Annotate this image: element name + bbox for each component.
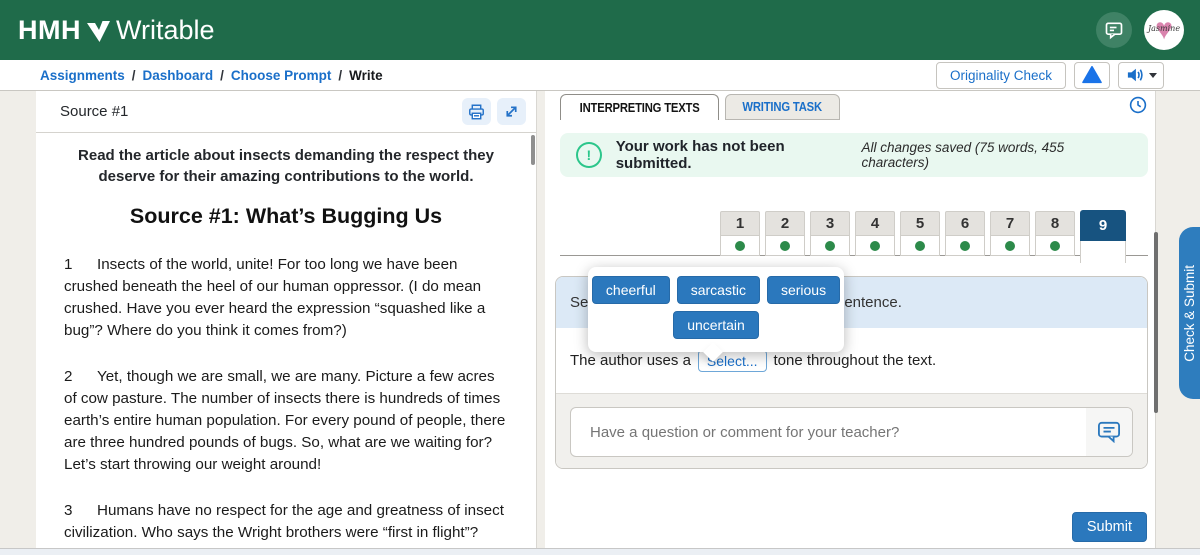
text-to-speech-button[interactable] <box>1118 61 1164 89</box>
autosave-note: All changes saved (75 words, 455 charact… <box>861 140 1065 170</box>
complete-dot <box>735 240 745 251</box>
teacher-comment-section <box>556 393 1147 468</box>
avatar[interactable]: ♥ Jasmine <box>1144 10 1184 50</box>
question-tab-5[interactable]: 5 <box>900 211 940 256</box>
question-tab-8[interactable]: 8 <box>1035 211 1075 256</box>
breadcrumb-separator: / <box>338 67 343 83</box>
main-content: Source #1 Read the article about insects… <box>0 91 1200 555</box>
printer-icon <box>468 104 485 120</box>
source-tools <box>462 98 526 125</box>
complete-dot <box>1005 240 1015 251</box>
tab-interpreting-texts[interactable]: INTERPRETING TEXTS <box>560 94 720 120</box>
status-banner: ! Your work has not been submitted. All … <box>560 133 1148 177</box>
source-panel: Source #1 Read the article about insects… <box>36 91 537 548</box>
source-paragraph: 1 Insects of the world, unite! For too lo… <box>64 254 508 342</box>
speaker-icon <box>1126 67 1144 83</box>
complete-dot <box>825 240 835 251</box>
brand-writable-text: Writable <box>116 14 215 45</box>
sentence-before: The author uses a <box>570 352 691 369</box>
teacher-comment-input[interactable] <box>571 408 1086 456</box>
paragraph-text: Insects of the world, unite! For too lon… <box>64 256 486 339</box>
paragraph-text: Humans have no respect for the age and g… <box>64 502 504 548</box>
source-body: Read the article about insects demanding… <box>36 133 536 548</box>
question-tab-6[interactable]: 6 <box>945 211 985 256</box>
chevron-down-icon <box>1148 72 1157 78</box>
work-panel: INTERPRETING TEXTS WRITING TASK ! Your w… <box>545 91 1156 548</box>
tone-option-sarcastic[interactable]: sarcastic <box>676 276 760 304</box>
help-chat-button[interactable] <box>1096 12 1132 48</box>
paragraph-number: 1 <box>64 256 73 273</box>
breadcrumb-current-write: Write <box>349 67 383 83</box>
source-scrollbar[interactable] <box>531 135 535 165</box>
sentence-after: tone throughout the text. <box>773 352 937 369</box>
brand-logo: HMH Writable <box>18 15 215 46</box>
status-message: Your work has not been submitted. <box>615 138 785 172</box>
app-header: HMH Writable ♥ Jasmine <box>0 0 1200 60</box>
google-drive-icon <box>1082 66 1102 84</box>
send-comment-button[interactable] <box>1086 408 1132 456</box>
check-submit-tab[interactable]: Check & Submit <box>1179 227 1200 399</box>
check-submit-label: Check & Submit <box>1182 264 1197 362</box>
hmh-checkmark-icon <box>87 20 111 42</box>
paragraph-number: 2 <box>64 368 73 385</box>
bottom-edge-strip <box>0 548 1200 555</box>
question-tab-3[interactable]: 3 <box>810 211 850 256</box>
source-heading: Source #1: What’s Bugging Us <box>129 204 443 228</box>
expand-button[interactable] <box>497 98 526 125</box>
complete-dot <box>960 240 970 251</box>
source-intro: Read the article about insects demanding… <box>78 147 494 185</box>
alert-circle-icon: ! <box>576 142 602 168</box>
sub-header: Assignments / Dashboard / Choose Prompt … <box>0 60 1200 91</box>
comment-bubble-icon <box>1097 421 1121 443</box>
source-title: Source #1 <box>60 103 129 120</box>
breadcrumb: Assignments / Dashboard / Choose Prompt … <box>40 68 383 83</box>
chat-bubble-icon <box>1104 20 1124 40</box>
question-tab-2[interactable]: 2 <box>765 211 805 256</box>
complete-dot <box>780 240 790 251</box>
question-tab-1[interactable]: 1 <box>720 211 760 256</box>
breadcrumb-assignments[interactable]: Assignments <box>40 68 125 83</box>
complete-dot <box>1050 240 1060 251</box>
paragraph-text: Yet, though we are small, we are many. P… <box>64 368 506 473</box>
source-panel-header: Source #1 <box>36 91 536 133</box>
question-tab-4[interactable]: 4 <box>855 211 895 256</box>
breadcrumb-separator: / <box>220 67 224 83</box>
source-paragraph: 2 Yet, though we are small, we are many. … <box>64 366 508 476</box>
tone-option-uncertain[interactable]: uncertain <box>673 311 759 339</box>
print-button[interactable] <box>462 98 491 125</box>
tone-options-popup: cheerful sarcastic serious uncertain <box>588 267 844 362</box>
question-nav: 1 2 3 4 5 6 7 8 9 <box>720 210 1126 263</box>
avatar-name: Jasmine <box>1147 24 1181 33</box>
breadcrumb-separator: / <box>131 67 136 83</box>
header-actions: ♥ Jasmine <box>1096 10 1184 50</box>
submit-button[interactable]: Submit <box>1071 512 1147 542</box>
breadcrumb-choose-prompt[interactable]: Choose Prompt <box>231 68 332 83</box>
expand-diagonal-icon <box>504 104 519 119</box>
google-drive-button[interactable] <box>1074 61 1110 89</box>
question-tab-7[interactable]: 7 <box>990 211 1030 256</box>
complete-dot <box>915 240 925 251</box>
paragraph-number: 3 <box>64 502 73 519</box>
writable-app: HMH Writable ♥ Jasmine Assignments / Das… <box>0 0 1200 555</box>
complete-dot <box>870 240 880 251</box>
originality-check-button[interactable]: Originality Check <box>935 61 1066 89</box>
tone-option-cheerful[interactable]: cheerful <box>591 276 670 304</box>
tone-option-serious[interactable]: serious <box>766 276 841 304</box>
comment-field-wrap <box>570 407 1133 457</box>
breadcrumb-dashboard[interactable]: Dashboard <box>143 68 214 83</box>
page-scrollbar[interactable] <box>1154 232 1158 413</box>
history-clock-icon[interactable] <box>1129 96 1147 114</box>
source-paragraph: 3 Humans have no respect for the age and … <box>64 500 508 548</box>
work-tabs: INTERPRETING TEXTS WRITING TASK <box>560 94 840 120</box>
question-tab-9-active[interactable]: 9 <box>1080 210 1126 263</box>
tab-writing-task[interactable]: WRITING TASK <box>725 94 840 120</box>
toolbar: Originality Check <box>935 61 1164 89</box>
brand-hmh-text: HMH <box>18 14 81 45</box>
